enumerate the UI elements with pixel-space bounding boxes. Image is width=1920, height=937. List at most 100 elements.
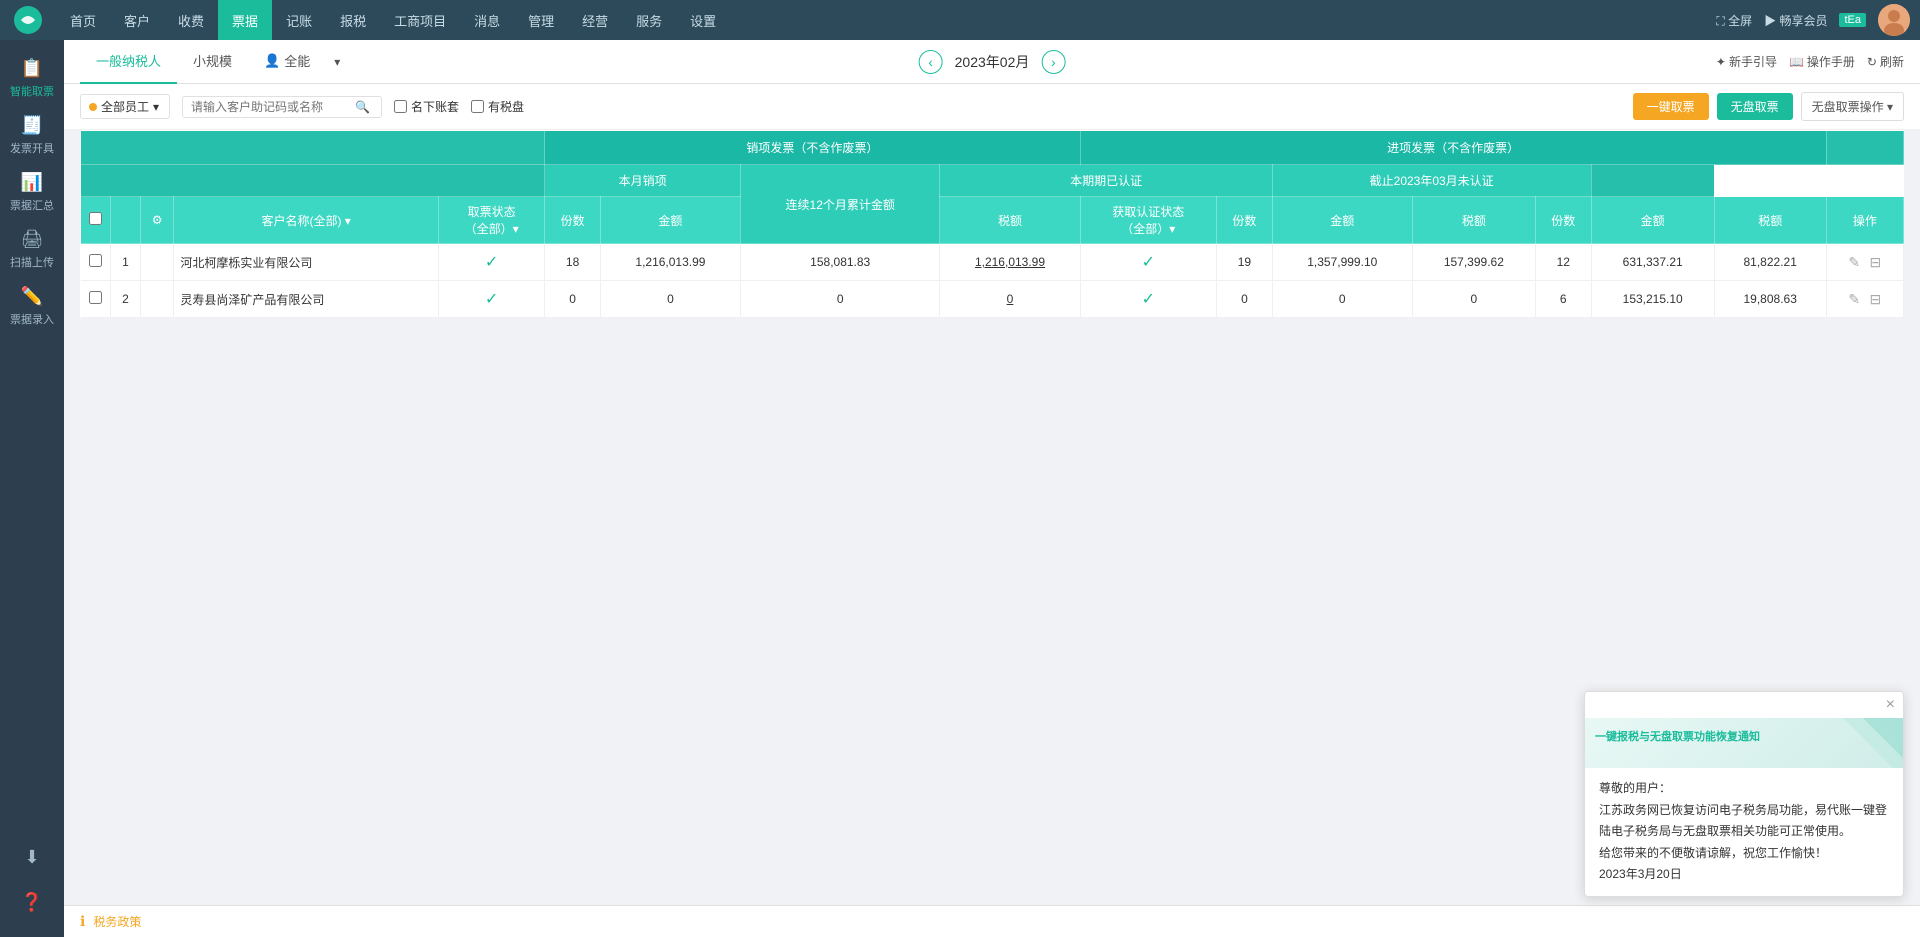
prev-month-btn[interactable]: ‹ [919,50,943,74]
row2-checkbox[interactable] [89,291,102,304]
row1-purchase-tax: 157,399.62 [1412,244,1535,281]
notification-date: 2023年3月20日 [1599,864,1889,886]
entry-icon: ✏️ [21,286,43,307]
one-click-fetch-button[interactable]: 一键取票 [1633,93,1709,120]
row1-view-icon[interactable]: ⊟ [1870,254,1882,270]
col-actions: 操作 [1826,197,1903,244]
all-tab-icon: 👤 [264,53,280,69]
row1-cumulative-link[interactable]: 1,216,013.99 [975,255,1045,269]
notification-closing: 给您带来的不便敬请谅解，祝您工作愉快！ [1599,843,1889,865]
sidebar-bottom: ⬇ ❓ [0,839,64,937]
notification-title-badge: 一键报税与无盘取票功能恢复通知 [1595,728,1760,744]
new-guide-btn[interactable]: ✦ 新手引导 [1716,53,1777,70]
nav-home[interactable]: 首页 [56,0,110,40]
select-all-checkbox[interactable] [89,212,102,225]
row1-fetch-status: ✓ [439,244,545,281]
nav-manage[interactable]: 管理 [514,0,568,40]
nav-client[interactable]: 客户 [110,0,164,40]
nav-bookkeeping[interactable]: 记账 [272,0,326,40]
sidebar-item-entry[interactable]: ✏️ 票据录入 [0,278,64,335]
row1-check[interactable] [81,244,111,281]
row2-edit-icon[interactable]: ✎ [1848,291,1860,307]
row2-check[interactable] [81,281,111,318]
row2-sales-count: 0 [545,281,601,318]
member-btn[interactable]: ▶ 畅享会员 [1764,12,1827,29]
notification-greeting: 尊敬的用户： [1599,778,1889,800]
row2-purchase-tax: 0 [1412,281,1535,318]
employee-label: 全部员工 [101,98,149,115]
nav-settings[interactable]: 设置 [676,0,730,40]
manual-btn[interactable]: 📖 操作手册 [1789,53,1855,70]
row1-edit-icon[interactable]: ✎ [1848,254,1860,270]
sub-tabs-right: ✦ 新手引导 📖 操作手册 ↻ 刷新 [1716,53,1904,70]
nav-invoice[interactable]: 票据 [218,0,272,40]
row2-view-icon[interactable]: ⊟ [1870,291,1882,307]
help-icon: ❓ [21,892,43,913]
tab-small[interactable]: 小规模 [177,40,248,84]
table-header-group1: 销项发票（不含作废票） 进项发票（不含作废票） [81,131,1904,165]
nav-business[interactable]: 工商项目 [380,0,460,40]
employee-select[interactable]: 全部员工 ▾ [80,94,170,119]
sidebar-download[interactable]: ⬇ [0,839,64,876]
col-cert-status: 获取认证状态（全部）▾ [1080,197,1217,244]
row1-settings [141,244,174,281]
row2-cumulative-link[interactable]: 0 [1007,292,1014,306]
sg-monthly-sales: 本月销项 [545,165,741,197]
row1-sales-count: 18 [545,244,601,281]
tax-policy-link[interactable]: 税务政策 [93,913,141,930]
scan-icon: 🖨 [21,229,44,250]
row1-checkbox[interactable] [89,254,102,267]
sidebar-item-label: 智能取票 [10,83,54,99]
header-empty [81,131,545,165]
table-row: 2 灵寿县尚泽矿产品有限公司 ✓ 0 0 0 0 ✓ 0 [81,281,1904,318]
download-icon: ⬇ [24,847,39,868]
table-wrap: 销项发票（不含作废票） 进项发票（不含作废票） 本月销项 连续12个月累计金额 … [64,130,1920,334]
tax-disk-checkbox-wrap[interactable]: 有税盘 [471,98,524,115]
sidebar-item-scan[interactable]: 🖨 扫描上传 [0,221,64,278]
sidebar: 📋 智能取票 🧾 发票开具 📊 票据汇总 🖨 扫描上传 ✏️ 票据录入 ⬇ ❓ [0,40,64,937]
tab-more[interactable]: ▾ [326,40,348,84]
filter-bar: 全部员工 ▾ 🔍 名下账套 有税盘 一键取票 无盘取票 无盘取票操作 ▾ [64,84,1920,130]
tab-general[interactable]: 一般纳税人 [80,40,177,84]
search-icon[interactable]: 🔍 [355,100,370,114]
tax-disk-checkbox[interactable] [471,100,484,113]
nav-operation[interactable]: 经营 [568,0,622,40]
next-month-btn[interactable]: › [1041,50,1065,74]
nav-billing[interactable]: 收费 [164,0,218,40]
sidebar-item-summary[interactable]: 📊 票据汇总 [0,164,64,221]
row2-uncert-count: 6 [1535,281,1591,318]
sg-period-cert: 本期期已认证 [940,165,1272,197]
sidebar-item-label: 发票开具 [10,140,54,156]
issue-icon: 🧾 [21,115,43,136]
row2-sales-tax: 0 [740,281,940,318]
search-input[interactable] [191,100,351,114]
account-checkbox-wrap[interactable]: 名下账套 [394,98,459,115]
no-disk-ops-button[interactable]: 无盘取票操作 ▾ [1801,92,1904,121]
refresh-btn[interactable]: ↻ 刷新 [1867,53,1904,70]
header-purchase: 进项发票（不含作废票） [1080,131,1826,165]
notification-header: × [1585,692,1903,718]
row2-cumulative: 0 [940,281,1080,318]
row2-purchase-count: 0 [1217,281,1273,318]
close-notification-btn[interactable]: × [1886,696,1895,714]
row1-purchase-amount: 1,357,999.10 [1272,244,1412,281]
tab-all[interactable]: 👤 全能 [248,40,326,84]
nav-tax[interactable]: 报税 [326,0,380,40]
tea-badge: tEa [1839,13,1866,27]
col-fetch-status: 取票状态（全部）▾ [439,197,545,244]
user-avatar[interactable] [1878,4,1910,36]
sidebar-item-issue[interactable]: 🧾 发票开具 [0,107,64,164]
row2-fetch-status: ✓ [439,281,545,318]
sidebar-help[interactable]: ❓ [0,884,64,921]
account-checkbox[interactable] [394,100,407,113]
sidebar-item-smart-fetch[interactable]: 📋 智能取票 [0,50,64,107]
filter-right: 一键取票 无盘取票 无盘取票操作 ▾ [1633,92,1904,121]
row1-purchase-count: 19 [1217,244,1273,281]
nav-service[interactable]: 服务 [622,0,676,40]
fullscreen-btn[interactable]: ⛶ 全屏 [1716,12,1752,29]
app-logo[interactable] [10,2,46,38]
nav-message[interactable]: 消息 [460,0,514,40]
col-sales-amount: 金额 [600,197,740,244]
no-disk-fetch-button[interactable]: 无盘取票 [1717,93,1793,120]
col-purchase-count: 份数 [1217,197,1273,244]
